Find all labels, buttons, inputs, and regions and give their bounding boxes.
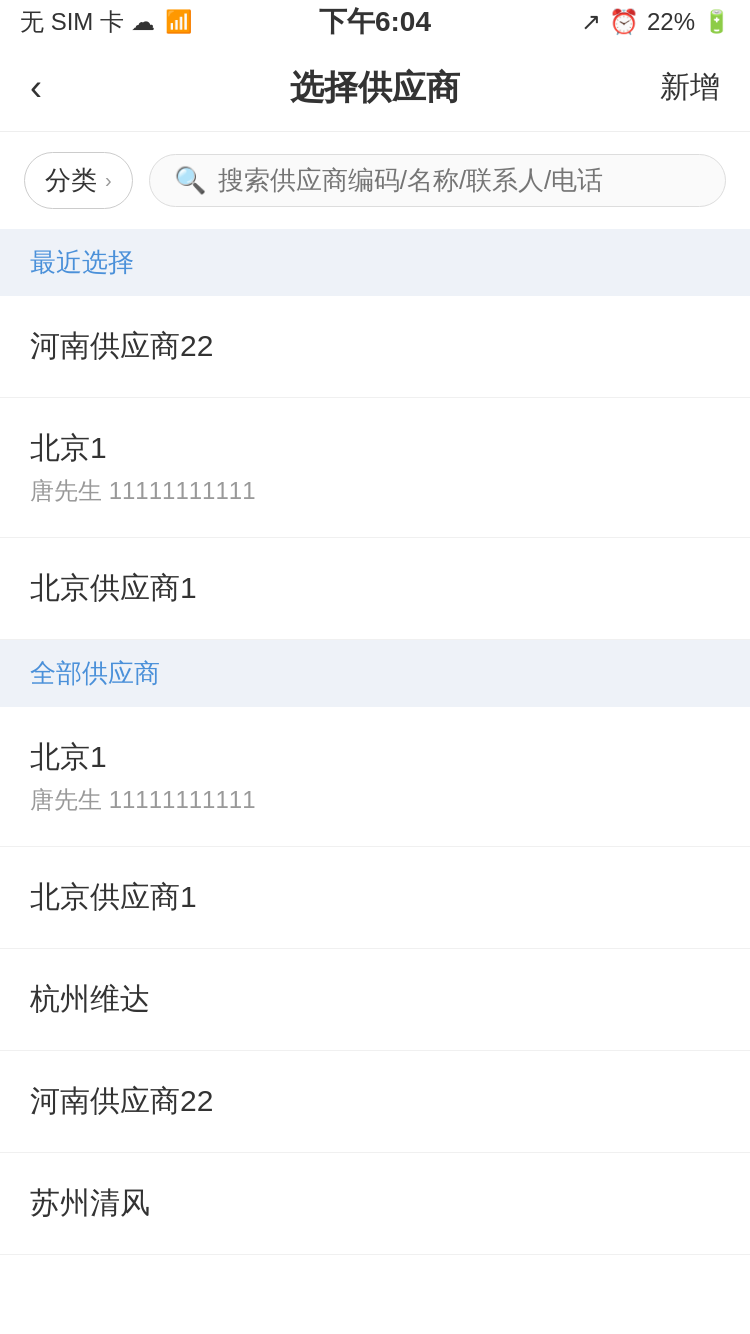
alarm-icon: ⏰ — [609, 8, 639, 36]
list-item[interactable]: 北京供应商1 — [0, 538, 750, 640]
list-item[interactable]: 河南供应商22 — [0, 296, 750, 398]
item-name: 河南供应商22 — [30, 326, 720, 367]
search-icon: 🔍 — [174, 165, 206, 196]
back-button[interactable]: ‹ — [30, 67, 42, 109]
recent-label: 最近选择 — [30, 247, 134, 277]
category-button[interactable]: 分类 › — [24, 152, 133, 209]
item-name: 北京1 — [30, 737, 720, 778]
recent-list: 河南供应商22 北京1 唐先生 11111111111 北京供应商1 — [0, 296, 750, 640]
nav-bar: ‹ 选择供应商 新增 — [0, 44, 750, 132]
item-sub: 唐先生 11111111111 — [30, 475, 720, 507]
filter-bar: 分类 › 🔍 — [0, 132, 750, 229]
list-item[interactable]: 杭州维达 — [0, 949, 750, 1051]
list-item[interactable]: 河南供应商22 — [0, 1051, 750, 1153]
list-item[interactable]: 北京1 唐先生 11111111111 — [0, 707, 750, 847]
status-bar-time: 下午6:04 — [319, 3, 431, 41]
list-item[interactable]: 苏州清风 — [0, 1153, 750, 1255]
category-label: 分类 — [45, 163, 97, 198]
item-sub: 唐先生 11111111111 — [30, 784, 720, 816]
search-box: 🔍 — [149, 154, 726, 207]
recent-section-header: 最近选择 — [0, 229, 750, 296]
battery-label: 22% — [647, 8, 695, 36]
all-section-header: 全部供应商 — [0, 640, 750, 707]
all-list: 北京1 唐先生 11111111111 北京供应商1 杭州维达河南供应商22 苏州清风 — [0, 707, 750, 1255]
page-title: 选择供应商 — [290, 65, 460, 111]
list-item[interactable]: 北京供应商1 — [0, 847, 750, 949]
status-bar-left: 无 SIM 卡 ☁ 📶 — [20, 6, 192, 38]
item-name: 北京供应商1 — [30, 568, 720, 609]
item-name: 河南供应商22 — [30, 1081, 720, 1122]
location-icon: ↗ — [581, 8, 601, 36]
all-label: 全部供应商 — [30, 658, 160, 688]
item-name: 苏州清风 — [30, 1183, 720, 1224]
battery-icon: 🔋 — [703, 9, 730, 35]
item-name: 杭州维达 — [30, 979, 720, 1020]
sim-label: 无 SIM 卡 ☁ — [20, 6, 155, 38]
item-name: 北京供应商1 — [30, 877, 720, 918]
wifi-icon: 📶 — [165, 9, 192, 35]
list-item[interactable]: 北京1 唐先生 11111111111 — [0, 398, 750, 538]
chevron-right-icon: › — [105, 169, 112, 192]
status-bar-right: ↗ ⏰ 22% 🔋 — [581, 8, 730, 36]
status-bar: 无 SIM 卡 ☁ 📶 下午6:04 ↗ ⏰ 22% 🔋 — [0, 0, 750, 44]
search-input[interactable] — [218, 165, 701, 196]
add-button[interactable]: 新增 — [660, 67, 720, 108]
item-name: 北京1 — [30, 428, 720, 469]
